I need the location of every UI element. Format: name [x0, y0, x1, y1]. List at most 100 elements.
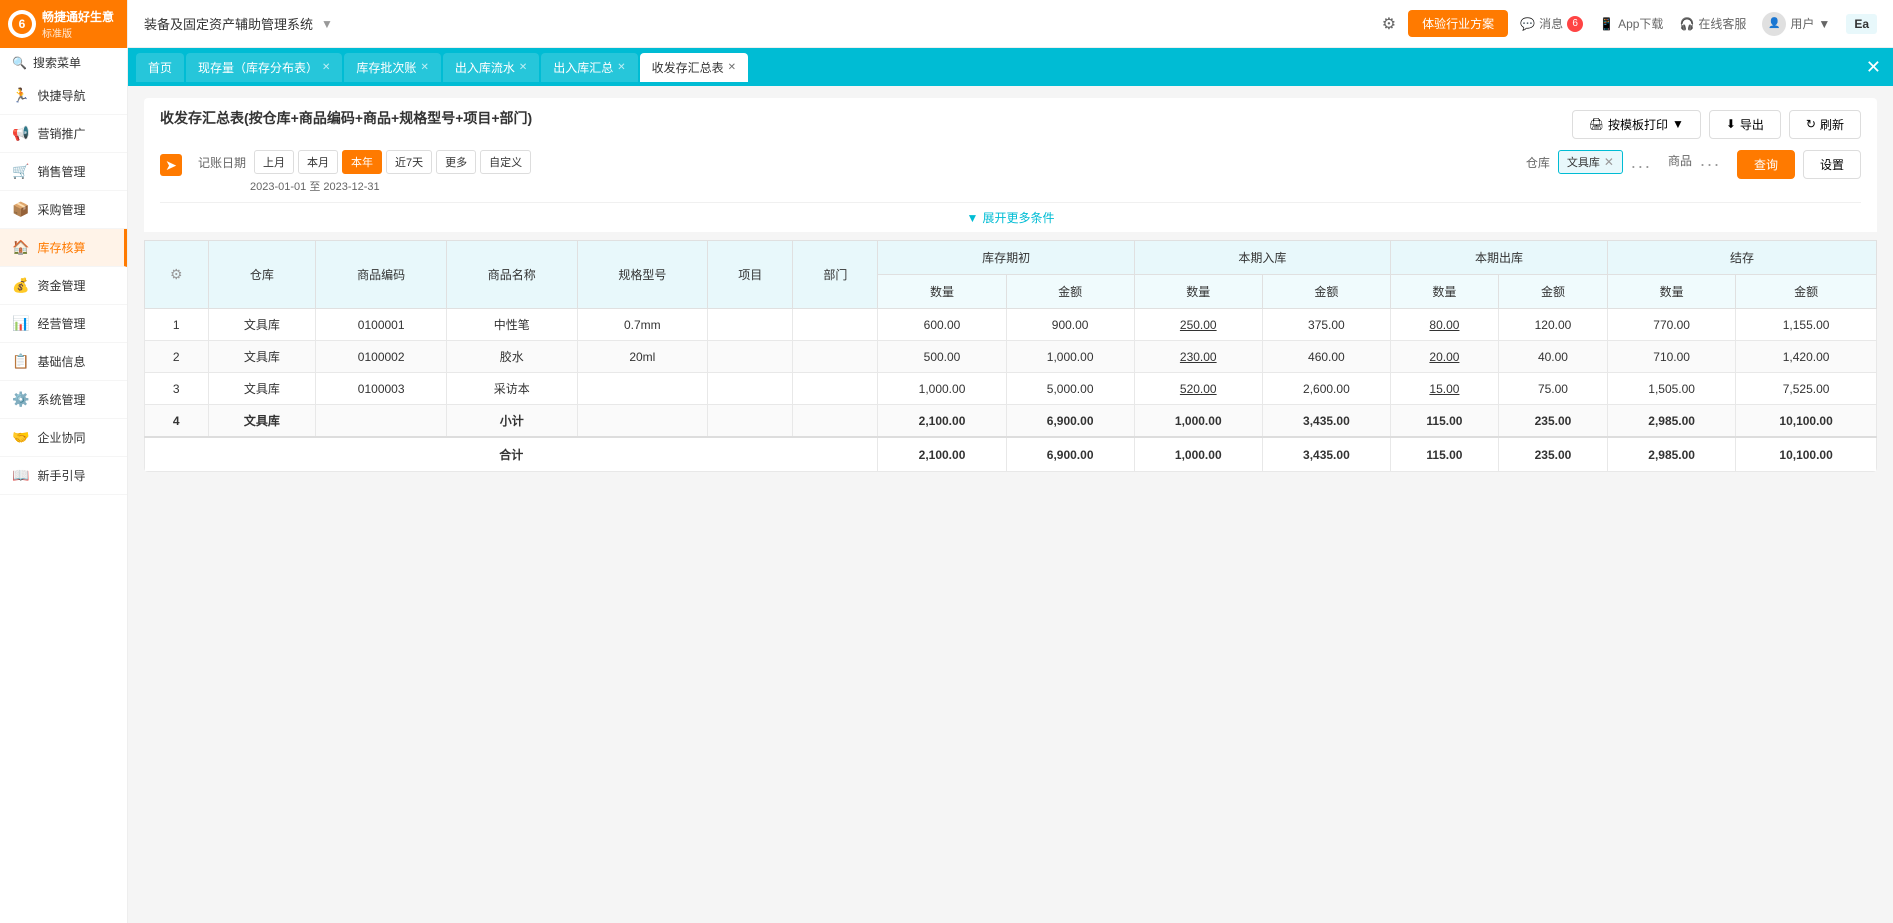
row-in-amt: 375.00 — [1262, 309, 1390, 341]
row-out-amt: 120.00 — [1498, 309, 1607, 341]
print-btn[interactable]: 🖨 按模板打印 ▼ — [1572, 110, 1701, 139]
table-row: 4文具库小计2,100.006,900.001,000.003,435.0011… — [145, 405, 1877, 438]
page-settings-btn[interactable]: 设置 — [1803, 150, 1861, 179]
date-this-month-btn[interactable]: 本月 — [298, 150, 338, 174]
headset-icon: 🎧 — [1679, 17, 1694, 31]
tab-batch[interactable]: 库存批次账 ✕ — [344, 53, 440, 82]
tab-inout-summary-label: 出入库汇总 — [553, 59, 613, 76]
goods-more-btn[interactable]: ... — [1700, 150, 1721, 171]
system-dropdown-icon[interactable]: ▼ — [321, 17, 333, 31]
sidebar-item-finance[interactable]: 💰 资金管理 — [0, 267, 127, 305]
th-group-in: 本期入库 — [1134, 241, 1390, 275]
filter-section-date: 记账日期 上月 本月 本年 近7天 更多 自定义 2023-01-01 至 20… — [198, 150, 1510, 194]
warehouse-filter-close[interactable]: ✕ — [1604, 155, 1614, 169]
online-service-btn[interactable]: 🎧 在线客服 — [1679, 15, 1746, 32]
row-no: 4 — [145, 405, 209, 438]
row-no: 2 — [145, 341, 209, 373]
footer-opening-amt: 6,900.00 — [1006, 437, 1134, 472]
system-title-area: 装备及固定资产辅助管理系统 ▼ — [144, 14, 1370, 33]
user-btn[interactable]: 👤 用户 ▼ — [1762, 12, 1830, 36]
row-out-qty[interactable]: 20.00 — [1390, 341, 1498, 373]
date-7days-btn[interactable]: 近7天 — [386, 150, 432, 174]
row-in-qty[interactable]: 250.00 — [1134, 309, 1262, 341]
phone-icon: 📱 — [1599, 17, 1614, 31]
row-warehouse: 文具库 — [208, 309, 316, 341]
page-title: 收发存汇总表(按仓库+商品编码+商品+规格型号+项目+部门) — [160, 108, 532, 128]
settings-gear-icon[interactable]: ⚙ — [1382, 14, 1396, 34]
sales-icon: 🛒 — [12, 163, 29, 180]
table-settings-icon[interactable]: ⚙ — [170, 266, 183, 282]
row-closing-qty: 770.00 — [1608, 309, 1736, 341]
tab-home[interactable]: 首页 — [136, 53, 184, 82]
row-spec — [577, 405, 708, 438]
date-filter-group: 上月 本月 本年 近7天 更多 自定义 — [254, 150, 531, 174]
tab-inout-summary-close[interactable]: ✕ — [617, 62, 625, 73]
tab-receive-summary[interactable]: 收发存汇总表 ✕ — [640, 53, 748, 82]
row-out-qty[interactable]: 80.00 — [1390, 309, 1498, 341]
tab-receive-summary-close[interactable]: ✕ — [728, 62, 736, 73]
th-in-amt: 金额 — [1262, 275, 1390, 309]
expand-more-btn[interactable]: ▼ 展开更多条件 — [160, 202, 1861, 232]
row-opening-qty: 600.00 — [878, 309, 1006, 341]
sidebar-item-basic[interactable]: 📋 基础信息 — [0, 343, 127, 381]
search-menu[interactable]: 🔍 搜索菜单 — [0, 48, 127, 77]
sidebar-item-newbie[interactable]: 📖 新手引导 — [0, 457, 127, 495]
row-closing-amt: 10,100.00 — [1736, 405, 1877, 438]
experience-btn[interactable]: 体验行业方案 — [1408, 10, 1508, 37]
warehouse-filter-tag[interactable]: 文具库 ✕ — [1558, 150, 1623, 174]
row-closing-amt: 1,420.00 — [1736, 341, 1877, 373]
date-this-year-btn[interactable]: 本年 — [342, 150, 382, 174]
tab-stock-dist-close[interactable]: ✕ — [322, 62, 330, 73]
sidebar-item-system[interactable]: ⚙️ 系统管理 — [0, 381, 127, 419]
row-code — [316, 405, 447, 438]
sidebar-item-quick-nav[interactable]: 🏃 快捷导航 — [0, 77, 127, 115]
print-dropdown-icon: ▼ — [1672, 117, 1684, 131]
sidebar-item-business[interactable]: 📊 经营管理 — [0, 305, 127, 343]
sidebar-item-sales[interactable]: 🛒 销售管理 — [0, 153, 127, 191]
date-more-btn[interactable]: 更多 — [436, 150, 476, 174]
tab-batch-close[interactable]: ✕ — [420, 62, 428, 73]
th-dept: 部门 — [793, 241, 878, 309]
row-out-qty[interactable]: 15.00 — [1390, 373, 1498, 405]
message-icon: 💬 — [1520, 17, 1535, 31]
row-dept — [793, 309, 878, 341]
query-btn[interactable]: 查询 — [1737, 150, 1795, 179]
content-area: 收发存汇总表(按仓库+商品编码+商品+规格型号+项目+部门) 🖨 按模板打印 ▼… — [128, 86, 1893, 923]
message-btn[interactable]: 💬 消息 6 — [1520, 15, 1583, 32]
sidebar-header: 6 畅捷通好生意 标准版 — [0, 0, 127, 48]
tab-flow-close[interactable]: ✕ — [519, 62, 527, 73]
footer-closing-qty: 2,985.00 — [1608, 437, 1736, 472]
app-download-btn[interactable]: 📱 App下载 — [1599, 15, 1663, 32]
system-icon: ⚙️ — [12, 391, 29, 408]
tab-flow[interactable]: 出入库流水 ✕ — [443, 53, 539, 82]
row-out-qty: 115.00 — [1390, 405, 1498, 438]
date-last-month-btn[interactable]: 上月 — [254, 150, 294, 174]
filter-section-goods: 商品 ... — [1668, 150, 1721, 171]
sidebar-item-marketing[interactable]: 📢 营销推广 — [0, 115, 127, 153]
page-header-wrapper: 收发存汇总表(按仓库+商品编码+商品+规格型号+项目+部门) 🖨 按模板打印 ▼… — [144, 98, 1877, 232]
business-icon: 📊 — [12, 315, 29, 332]
row-in-qty[interactable]: 520.00 — [1134, 373, 1262, 405]
row-code: 0100002 — [316, 341, 447, 373]
basic-icon: 📋 — [12, 353, 29, 370]
row-in-qty[interactable]: 230.00 — [1134, 341, 1262, 373]
warehouse-more-btn[interactable]: ... — [1631, 152, 1652, 173]
sidebar-item-cooperation[interactable]: 🤝 企业协同 — [0, 419, 127, 457]
sidebar-item-inventory[interactable]: 🏠 库存核算 — [0, 229, 127, 267]
export-btn[interactable]: ⬇ 导出 — [1709, 110, 1781, 139]
purchase-icon: 📦 — [12, 201, 29, 218]
th-settings[interactable]: ⚙ — [145, 241, 209, 309]
footer-in-amt: 3,435.00 — [1262, 437, 1390, 472]
marketing-icon: 📢 — [12, 125, 29, 142]
refresh-btn[interactable]: ↻ 刷新 — [1789, 110, 1861, 139]
date-custom-btn[interactable]: 自定义 — [480, 150, 531, 174]
tabbar: 首页 现存量（库存分布表） ✕ 库存批次账 ✕ 出入库流水 ✕ 出入库汇总 ✕ … — [128, 48, 1893, 86]
tab-inout-summary[interactable]: 出入库汇总 ✕ — [541, 53, 637, 82]
filter-collapse-btn[interactable]: ➤ — [160, 154, 182, 176]
row-opening-amt: 6,900.00 — [1006, 405, 1134, 438]
tab-stock-dist[interactable]: 现存量（库存分布表） ✕ — [186, 53, 342, 82]
sidebar-item-purchase[interactable]: 📦 采购管理 — [0, 191, 127, 229]
row-code: 0100001 — [316, 309, 447, 341]
row-warehouse: 文具库 — [208, 373, 316, 405]
close-all-tabs-icon[interactable]: ✕ — [1862, 53, 1885, 82]
